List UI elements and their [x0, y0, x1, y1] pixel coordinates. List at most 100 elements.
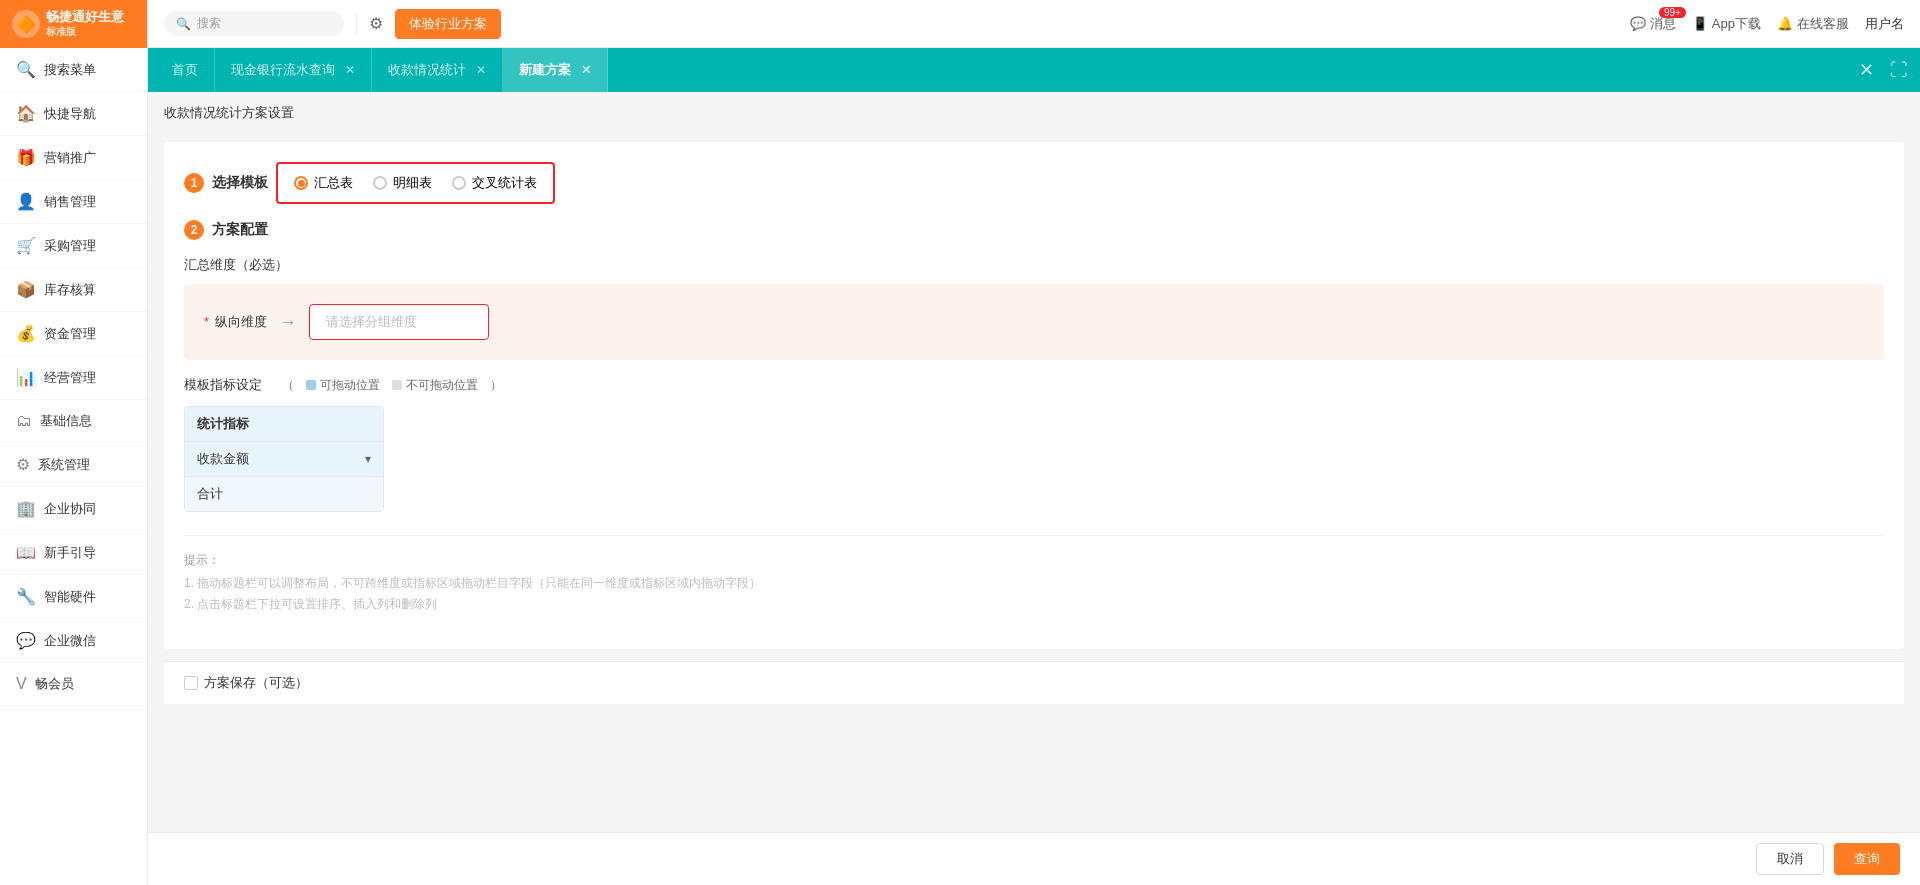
download-item[interactable]: 📱 App下载 [1692, 15, 1761, 33]
step1-section: 1 选择模板 汇总表 明细表 交叉统计表 [184, 162, 1884, 204]
money-icon: 💰 [16, 324, 36, 343]
tab-home[interactable]: 首页 [156, 48, 215, 92]
search-menu-icon: 🔍 [16, 60, 36, 79]
query-button[interactable]: 查询 [1834, 843, 1900, 875]
sidebar-item-inventory[interactable]: 📦 库存核算 [0, 268, 147, 312]
save-checkbox[interactable] [184, 676, 198, 690]
tab-bank-flow-label: 现金银行流水查询 [231, 61, 335, 79]
legend-fixed: 不可拖动位置 [392, 377, 478, 394]
step1-number: 1 [184, 173, 204, 193]
sidebar-item-system[interactable]: ⚙ 系统管理 [0, 443, 147, 487]
tab-expand-icon[interactable]: ⛶ [1886, 56, 1912, 85]
page-title: 收款情况统计方案设置 [164, 104, 1904, 130]
dimension-subsection: 汇总维度（必选） * 纵向维度 → 请选择分组维度 [184, 256, 1884, 360]
sidebar-item-quick-nav[interactable]: 🏠 快捷导航 [0, 92, 147, 136]
sidebar-item-label: 营销推广 [44, 149, 96, 167]
dimension-arrow: → [279, 312, 297, 333]
metrics-header: 模板指标设定 （ 可拖动位置 不可拖动位置 ） [184, 376, 1884, 394]
sidebar-item-label: 资金管理 [44, 325, 96, 343]
chat-icon: 💬 [16, 631, 36, 650]
sidebar-item-marketing[interactable]: 🎁 营销推广 [0, 136, 147, 180]
legend-fixed-dot [392, 380, 402, 390]
dimension-title: 汇总维度（必选） [184, 256, 1884, 274]
sidebar-item-guide[interactable]: 📖 新手引导 [0, 531, 147, 575]
search-bar[interactable]: 🔍 搜索 [164, 11, 344, 36]
sidebar-item-search-menu[interactable]: 🔍 搜索菜单 [0, 48, 147, 92]
tab-bank-flow-close-icon[interactable]: ✕ [345, 63, 355, 77]
topbar-divider [356, 14, 357, 34]
content-area: 收款情况统计方案设置 1 选择模板 汇总表 明细表 [148, 92, 1920, 832]
gift-icon: 🎁 [16, 148, 36, 167]
stats-table-cell-amount[interactable]: 收款金额 ▾ [185, 441, 383, 476]
chat-support-item[interactable]: 🔔 在线客服 [1777, 15, 1849, 33]
legend-fixed-label: 不可拖动位置 [406, 377, 478, 394]
stats-table: 统计指标 收款金额 ▾ 合计 [184, 406, 384, 512]
metrics-title: 模板指标设定 [184, 376, 262, 394]
stats-cell-dropdown-icon[interactable]: ▾ [365, 452, 371, 466]
download-icon: 📱 [1692, 16, 1708, 31]
step2-title: 方案配置 [212, 221, 268, 239]
sidebar-item-label: 企业微信 [44, 632, 96, 650]
sidebar-item-operations[interactable]: 📊 经营管理 [0, 356, 147, 400]
sidebar-item-enterprise[interactable]: 🏢 企业协同 [0, 487, 147, 531]
download-label: App下载 [1712, 15, 1761, 33]
step2-section: 2 方案配置 汇总维度（必选） * 纵向维度 → 请选择分组维度 [184, 220, 1884, 613]
tab-receipt-stats-close-icon[interactable]: ✕ [476, 63, 486, 77]
username-label: 用户名 [1865, 15, 1904, 33]
sidebar-item-label: 系统管理 [38, 456, 90, 474]
action-bar: 取消 查询 [148, 832, 1920, 885]
sidebar-item-label: 快捷导航 [44, 105, 96, 123]
sidebar-item-label: 畅会员 [35, 675, 74, 693]
sidebar-item-wechat[interactable]: 💬 企业微信 [0, 619, 147, 663]
radio-cross[interactable]: 交叉统计表 [452, 174, 537, 192]
logo-icon: 🔶 [12, 10, 40, 38]
topbar: 🔍 搜索 ⚙ 体验行业方案 💬 消息 99+ 📱 App下载 🔔 在线客服 用户… [148, 0, 1920, 48]
tab-home-label: 首页 [172, 61, 198, 79]
step1-header: 1 选择模板 汇总表 明细表 交叉统计表 [184, 162, 1884, 204]
tips-section: 提示： 1. 拖动标题栏可以调整布局，不可跨维度或指标区域拖动栏目字段（只能在同… [184, 535, 1884, 613]
sidebar-item-basic-info[interactable]: 🗂 基础信息 [0, 400, 147, 443]
dimension-vertical-label: 纵向维度 [215, 314, 267, 329]
legend-draggable-dot [306, 380, 316, 390]
sidebar-item-sales[interactable]: 👤 销售管理 [0, 180, 147, 224]
radio-summary[interactable]: 汇总表 [294, 174, 353, 192]
logo-text: 畅捷通好生意 [46, 9, 124, 25]
main-area: 🔍 搜索 ⚙ 体验行业方案 💬 消息 99+ 📱 App下载 🔔 在线客服 用户… [148, 0, 1920, 885]
settings-gear-icon[interactable]: ⚙ [369, 14, 383, 33]
sidebar-item-label: 基础信息 [40, 412, 92, 430]
tab-bank-flow[interactable]: 现金银行流水查询 ✕ [215, 48, 372, 92]
logo-edition: 标准版 [46, 25, 124, 39]
sidebar-logo: 🔶 畅捷通好生意 标准版 [0, 0, 147, 48]
template-selection-box: 汇总表 明细表 交叉统计表 [276, 162, 555, 204]
sidebar-item-label: 经营管理 [44, 369, 96, 387]
tab-new-plan-label: 新建方案 [519, 61, 571, 79]
legend-paren-close: ） [490, 377, 502, 394]
trial-button[interactable]: 体验行业方案 [395, 9, 501, 39]
step1-title: 选择模板 [212, 174, 268, 192]
tabbar-actions: ✕ ⛶ [1855, 55, 1912, 85]
radio-detail-label: 明细表 [393, 174, 432, 192]
cancel-button[interactable]: 取消 [1756, 843, 1824, 875]
chat-support-label: 在线客服 [1797, 15, 1849, 33]
radio-summary-circle [294, 176, 308, 190]
footer-save: 方案保存（可选） [164, 661, 1904, 704]
legend-draggable: 可拖动位置 [306, 377, 380, 394]
sidebar-item-member[interactable]: V 畅会员 [0, 663, 147, 706]
sidebar-item-label: 智能硬件 [44, 588, 96, 606]
tab-receipt-stats-label: 收款情况统计 [388, 61, 466, 79]
tab-close-all-icon[interactable]: ✕ [1855, 55, 1878, 85]
sidebar-item-purchase[interactable]: 🛒 采购管理 [0, 224, 147, 268]
radio-detail[interactable]: 明细表 [373, 174, 432, 192]
notification-item[interactable]: 💬 消息 99+ [1630, 15, 1676, 33]
tips-item-1: 1. 拖动标题栏可以调整布局，不可跨维度或指标区域拖动栏目字段（只能在同一维度或… [184, 575, 1884, 592]
username-item[interactable]: 用户名 [1865, 15, 1904, 33]
cart-icon: 🛒 [16, 236, 36, 255]
dimension-input[interactable]: 请选择分组维度 [309, 304, 489, 340]
save-checkbox-item[interactable]: 方案保存（可选） [184, 674, 308, 692]
sidebar-item-hardware[interactable]: 🔧 智能硬件 [0, 575, 147, 619]
tips-title: 提示： [184, 552, 1884, 569]
tab-receipt-stats[interactable]: 收款情况统计 ✕ [372, 48, 503, 92]
sidebar-item-finance[interactable]: 💰 资金管理 [0, 312, 147, 356]
tab-new-plan[interactable]: 新建方案 ✕ [503, 48, 608, 92]
tab-new-plan-close-icon[interactable]: ✕ [581, 63, 591, 77]
